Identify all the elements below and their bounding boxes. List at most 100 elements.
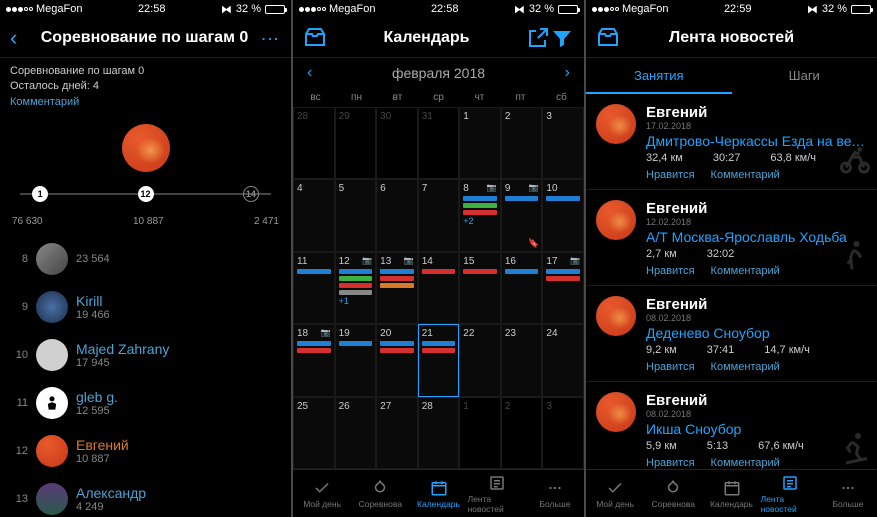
calendar-cell[interactable]: 29 [335, 107, 377, 179]
calendar-cell[interactable]: 15 [459, 252, 501, 324]
status-bar: MegaFon 22:58 ⧓32 % [293, 0, 584, 18]
ranking-list[interactable]: 8 23 5649 Kirill19 46610 Majed Zahrany17… [0, 235, 291, 517]
rank-name: Kirill [76, 293, 281, 309]
calendar-cell[interactable]: 8📷+2 [459, 179, 501, 251]
calendar-cell[interactable]: 28 [418, 397, 460, 469]
calendar-cell[interactable]: 1 [459, 107, 501, 179]
prev-month[interactable]: ‹ [307, 64, 312, 82]
nav-myday[interactable]: Мой день [293, 470, 351, 517]
more-count[interactable]: +1 [339, 296, 373, 306]
like-link[interactable]: Нравится [646, 265, 695, 277]
calendar-cell[interactable]: 17📷 [542, 252, 584, 324]
like-link[interactable]: Нравится [646, 361, 695, 373]
camera-icon: 📷 [487, 183, 497, 192]
nav-feed[interactable]: Лента новостей [468, 470, 526, 517]
calendar-cell[interactable]: 19 [335, 324, 377, 396]
bottom-nav: Мой день Соревнова Календарь Лента новос… [586, 469, 877, 517]
calendar-cell[interactable]: 10 [542, 179, 584, 251]
calendar-cell[interactable]: 28 [293, 107, 335, 179]
comment-link[interactable]: Комментарий [711, 265, 780, 277]
rank-score: 12 595 [76, 405, 281, 417]
calendar-cell[interactable]: 3 [542, 107, 584, 179]
more-count[interactable]: +2 [463, 216, 497, 226]
bluetooth-icon: ⧓ [807, 3, 818, 16]
tab-steps[interactable]: Шаги [732, 58, 877, 94]
rank-avatar [36, 483, 68, 515]
feed-item[interactable]: Евгений 08.02.2018 Деденево Сноубор 9,2 … [586, 286, 877, 382]
comment-link[interactable]: Комментарий [711, 457, 780, 469]
calendar-cell[interactable]: 27 [376, 397, 418, 469]
rank-number: 13 [10, 493, 28, 505]
calendar-cell[interactable]: 9📷🔖 [501, 179, 543, 251]
feed-item[interactable]: Евгений 17.02.2018 Дмитрово-Черкассы Езд… [586, 94, 877, 190]
feed-activity-title[interactable]: Деденево Сноубор [646, 325, 867, 341]
rank-row[interactable]: 8 23 564 [0, 235, 291, 283]
calendar-cell[interactable]: 2 [501, 107, 543, 179]
share-icon[interactable] [526, 26, 550, 50]
camera-icon: 📷 [570, 256, 580, 265]
calendar-cell[interactable]: 20 [376, 324, 418, 396]
calendar-cell[interactable]: 6 [376, 179, 418, 251]
calendar-cell[interactable]: 21 [418, 324, 460, 396]
calendar-grid[interactable]: 2829303112345678📷+29📷🔖101112📷+113📷141516… [293, 107, 584, 469]
calendar-cell[interactable]: 18📷 [293, 324, 335, 396]
nav-calendar[interactable]: Календарь [409, 470, 467, 517]
filter-icon[interactable] [550, 26, 574, 50]
calendar-cell[interactable]: 25 [293, 397, 335, 469]
calendar-cell[interactable]: 5 [335, 179, 377, 251]
nav-more[interactable]: Больше [526, 470, 584, 517]
activity-bar [380, 348, 414, 353]
next-month[interactable]: › [565, 64, 570, 82]
calendar-cell[interactable]: 1 [459, 397, 501, 469]
calendar-cell[interactable]: 23 [501, 324, 543, 396]
calendar-cell[interactable]: 2 [501, 397, 543, 469]
nav-calendar[interactable]: Календарь [702, 470, 760, 517]
nav-more[interactable]: Больше [819, 470, 877, 517]
feed-date: 08.02.2018 [646, 409, 867, 419]
calendar-cell[interactable]: 4 [293, 179, 335, 251]
rank-row[interactable]: 12 Евгений10 887 [0, 427, 291, 475]
rank-row[interactable]: 10 Majed Zahrany17 945 [0, 331, 291, 379]
feed-item[interactable]: Евгений 12.02.2018 А/Т Москва-Ярославль … [586, 190, 877, 286]
battery-icon [265, 5, 285, 14]
menu-button[interactable]: ⋮ [259, 30, 281, 46]
camera-icon: 📷 [362, 256, 372, 265]
calendar-cell[interactable]: 13📷 [376, 252, 418, 324]
calendar-cell[interactable]: 12📷+1 [335, 252, 377, 324]
like-link[interactable]: Нравится [646, 457, 695, 469]
rank-row[interactable]: 13 Александр4 249 [0, 475, 291, 517]
inbox-icon[interactable] [596, 26, 620, 50]
tab-activities[interactable]: Занятия [586, 58, 732, 94]
progress-track: 1 12 14 [20, 184, 271, 214]
rank-number: 11 [10, 397, 28, 409]
feed-list[interactable]: Евгений 17.02.2018 Дмитрово-Черкассы Езд… [586, 94, 877, 469]
calendar-cell[interactable]: 3 [542, 397, 584, 469]
feed-activity-title[interactable]: А/Т Москва-Ярославль Ходьба [646, 229, 867, 245]
feed-item[interactable]: Евгений 08.02.2018 Икша Сноубор 5,9 км5:… [586, 382, 877, 469]
calendar-cell[interactable]: 31 [418, 107, 460, 179]
calendar-cell[interactable]: 14 [418, 252, 460, 324]
calendar-cell[interactable]: 24 [542, 324, 584, 396]
calendar-cell[interactable]: 7 [418, 179, 460, 251]
calendar-cell[interactable]: 26 [335, 397, 377, 469]
camera-icon: 📷 [404, 256, 414, 265]
calendar-cell[interactable]: 22 [459, 324, 501, 396]
rank-row[interactable]: 9 Kirill19 466 [0, 283, 291, 331]
like-link[interactable]: Нравится [646, 169, 695, 181]
nav-feed[interactable]: Лента новостей [761, 470, 819, 517]
rank-row[interactable]: 11 gleb g.12 595 [0, 379, 291, 427]
nav-competitions[interactable]: Соревнова [644, 470, 702, 517]
feed-activity-title[interactable]: Икша Сноубор [646, 421, 867, 437]
feed-activity-title[interactable]: Дмитрово-Черкассы Езда на вело… [646, 133, 867, 149]
calendar-cell[interactable]: 30 [376, 107, 418, 179]
calendar-cell[interactable]: 16 [501, 252, 543, 324]
comment-link[interactable]: Комментарий [711, 361, 780, 373]
comment-link[interactable]: Комментарий [10, 95, 281, 110]
inbox-icon[interactable] [303, 26, 327, 50]
comment-link[interactable]: Комментарий [711, 169, 780, 181]
camera-icon: 📷 [321, 328, 331, 337]
calendar-cell[interactable]: 11 [293, 252, 335, 324]
nav-competitions[interactable]: Соревнова [351, 470, 409, 517]
back-button[interactable]: ‹ [10, 25, 30, 51]
nav-myday[interactable]: Мой день [586, 470, 644, 517]
